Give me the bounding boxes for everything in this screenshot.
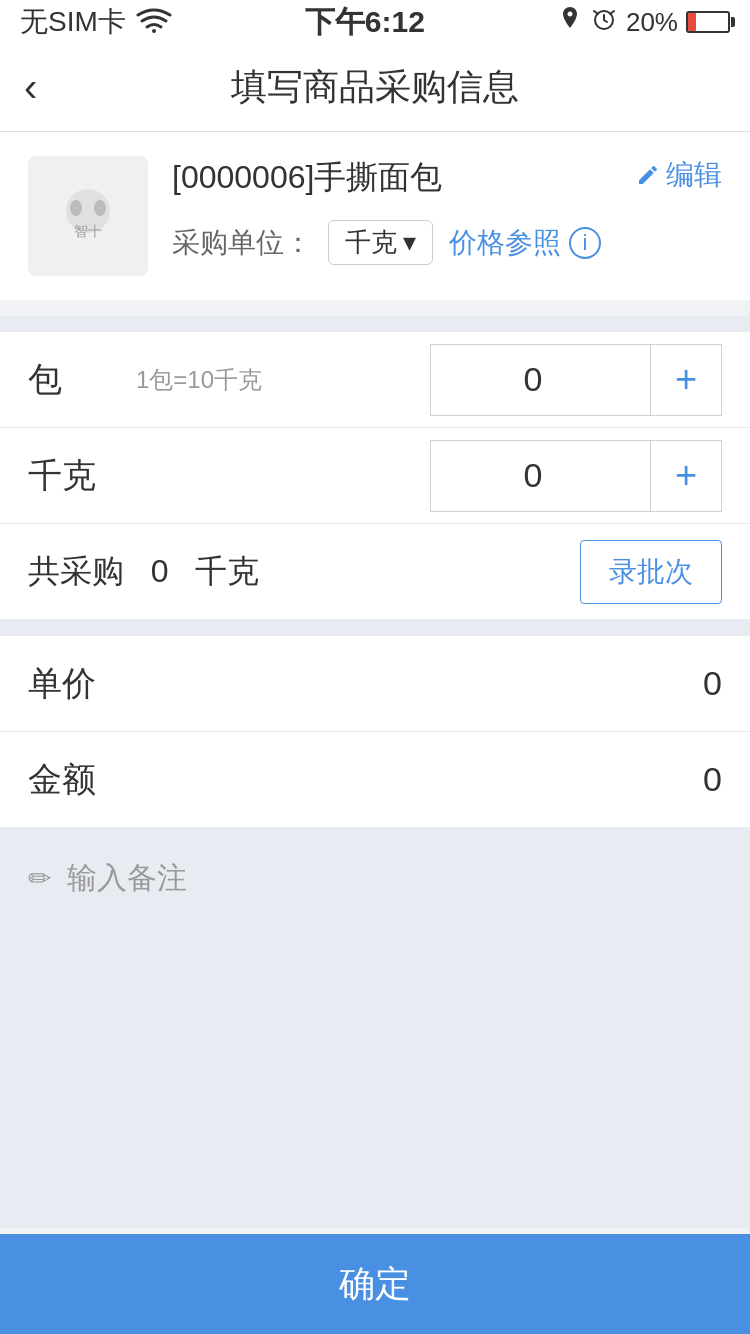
summary-text: 共采购 0 千克 bbox=[28, 550, 259, 594]
bag-input-section: 包 1包=10千克 + bbox=[0, 332, 750, 428]
page-title: 填写商品采购信息 bbox=[231, 63, 519, 112]
svg-text:智十: 智十 bbox=[74, 223, 102, 239]
bag-input-right: + bbox=[430, 344, 722, 416]
price-info-section: 单价 0 金额 0 bbox=[0, 636, 750, 828]
kg-quantity-input[interactable] bbox=[430, 440, 650, 512]
carrier-label: 无SIM卡 bbox=[20, 3, 126, 41]
product-info: [0000006]手撕面包 编辑 采购单位： 千克 ▾ 价格参照 i bbox=[172, 156, 722, 265]
content-area bbox=[0, 928, 750, 1228]
divider-2 bbox=[0, 620, 750, 636]
battery-icon bbox=[686, 11, 730, 33]
kg-input-row: 千克 + bbox=[0, 428, 750, 524]
price-ref-button[interactable]: 价格参照 i bbox=[449, 224, 601, 262]
battery-percent-label: 20% bbox=[626, 7, 678, 38]
batch-button[interactable]: 录批次 bbox=[580, 540, 722, 604]
bag-label: 包 bbox=[28, 357, 128, 403]
notes-placeholder: 输入备注 bbox=[67, 858, 187, 899]
nav-bar: ‹ 填写商品采购信息 bbox=[0, 44, 750, 132]
status-bar: 无SIM卡 下午6:12 20% bbox=[0, 0, 750, 44]
edit-button[interactable]: 编辑 bbox=[636, 156, 722, 194]
divider-1 bbox=[0, 316, 750, 332]
confirm-button[interactable]: 确定 bbox=[0, 1234, 750, 1334]
location-icon bbox=[558, 5, 582, 40]
svg-point-0 bbox=[152, 29, 156, 33]
amount-label: 金额 bbox=[28, 757, 96, 803]
product-image: 智十 bbox=[28, 156, 148, 276]
kg-label: 千克 bbox=[28, 453, 128, 499]
status-time: 下午6:12 bbox=[305, 2, 425, 43]
amount-row: 金额 0 bbox=[0, 732, 750, 828]
summary-row: 共采购 0 千克 录批次 bbox=[0, 524, 750, 620]
battery-fill bbox=[688, 13, 696, 31]
svg-point-4 bbox=[94, 200, 106, 216]
bag-quantity-input[interactable] bbox=[430, 344, 650, 416]
unit-price-label: 单价 bbox=[28, 661, 96, 707]
dropdown-icon: ▾ bbox=[403, 227, 416, 258]
info-circle-icon: i bbox=[569, 227, 601, 259]
kg-input-right: + bbox=[430, 440, 722, 512]
amount-value: 0 bbox=[703, 760, 722, 799]
unit-price-value: 0 bbox=[703, 664, 722, 703]
pencil-icon: ✏ bbox=[28, 862, 51, 895]
product-name: [0000006]手撕面包 bbox=[172, 156, 442, 200]
summary-prefix: 共采购 bbox=[28, 553, 124, 589]
svg-point-3 bbox=[70, 200, 82, 216]
bag-sublabel: 1包=10千克 bbox=[136, 364, 262, 396]
status-left: 无SIM卡 bbox=[20, 3, 172, 41]
product-unit: 采购单位： 千克 ▾ 价格参照 i bbox=[172, 220, 722, 265]
product-card: 智十 [0000006]手撕面包 编辑 采购单位： 千克 ▾ 价格参照 i bbox=[0, 132, 750, 300]
bag-input-row: 包 1包=10千克 + bbox=[0, 332, 750, 428]
kg-input-section: 千克 + bbox=[0, 428, 750, 524]
notes-section[interactable]: ✏ 输入备注 bbox=[0, 828, 750, 928]
status-right: 20% bbox=[558, 5, 730, 40]
unit-prefix-label: 采购单位： bbox=[172, 224, 312, 262]
kg-plus-button[interactable]: + bbox=[650, 440, 722, 512]
back-button[interactable]: ‹ bbox=[24, 65, 37, 110]
bag-plus-button[interactable]: + bbox=[650, 344, 722, 416]
product-header: [0000006]手撕面包 编辑 bbox=[172, 156, 722, 200]
wifi-icon bbox=[136, 5, 172, 40]
summary-unit: 千克 bbox=[195, 553, 259, 589]
summary-amount: 0 bbox=[151, 553, 169, 589]
unit-select[interactable]: 千克 ▾ bbox=[328, 220, 433, 265]
unit-price-row: 单价 0 bbox=[0, 636, 750, 732]
alarm-icon bbox=[590, 5, 618, 40]
